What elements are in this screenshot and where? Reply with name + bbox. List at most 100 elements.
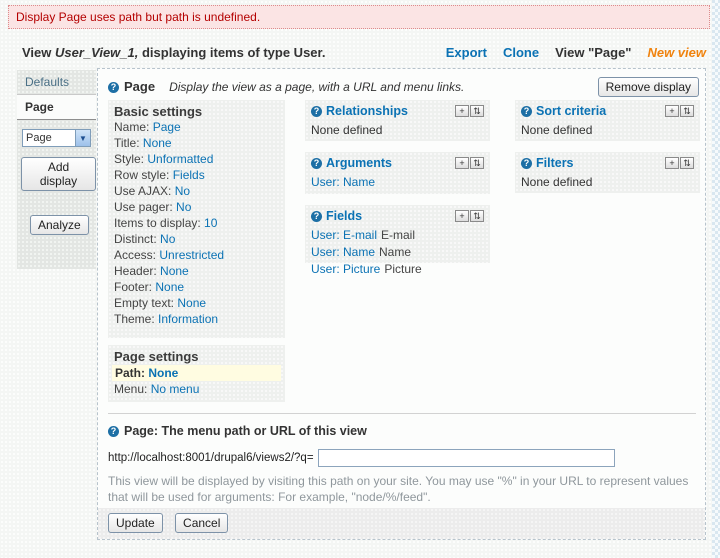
view-title-prefix: View	[22, 44, 56, 60]
setting-value-link[interactable]: No	[160, 232, 175, 246]
argument-item-link[interactable]: User: Name	[311, 175, 375, 189]
setting-value-link[interactable]: No	[176, 200, 191, 214]
setting-row-header: Header: None	[114, 264, 189, 278]
setting-value-link[interactable]: Unrestricted	[159, 248, 224, 262]
field-item-link[interactable]: User: Picture	[311, 262, 380, 276]
field-item: User: E-mail E-mail	[311, 228, 416, 242]
view-page-label: View "Page"	[555, 44, 632, 60]
display-description: Display the view as a page, with a URL a…	[169, 80, 465, 94]
fields-title-link[interactable]: Fields	[326, 209, 362, 223]
path-value-link[interactable]: None	[148, 366, 178, 380]
menu-setting-row: Menu: No menu	[114, 382, 200, 396]
filters-title-link[interactable]: Filters	[536, 156, 574, 170]
field-item-link[interactable]: User: E-mail	[311, 228, 377, 242]
setting-row-use-ajax: Use AJAX: No	[114, 184, 191, 198]
new-view-link[interactable]: New view	[647, 45, 706, 60]
add-icon[interactable]: +	[455, 105, 469, 117]
help-icon[interactable]: ?	[108, 82, 119, 93]
display-tabs-sidebar: Defaults Page Page ▼ Add display Analyze	[17, 70, 96, 269]
sort-criteria-empty-text: None defined	[521, 123, 593, 137]
path-url-row: http://localhost:8001/drupal6/views2/?q=	[108, 449, 615, 467]
display-type-select-value: Page	[26, 132, 52, 144]
cancel-button[interactable]: Cancel	[175, 513, 229, 533]
help-icon[interactable]: ?	[311, 211, 322, 222]
section-divider	[108, 413, 696, 414]
relationships-empty-text: None defined	[311, 123, 383, 137]
update-button[interactable]: Update	[108, 513, 163, 533]
rearrange-icon[interactable]: ⇅	[680, 105, 694, 117]
page-edge-strip	[712, 0, 720, 558]
page-settings-title: Page settings	[114, 349, 199, 364]
display-controls: Page ▼ Add display Analyze	[17, 120, 96, 269]
rearrange-icon[interactable]: ⇅	[470, 210, 484, 222]
export-link[interactable]: Export	[446, 45, 487, 60]
relationships-title-link[interactable]: Relationships	[326, 104, 408, 118]
setting-row-name: Name: Page	[114, 120, 181, 134]
setting-value-link[interactable]: None	[143, 136, 172, 150]
display-header: ? Page Display the view as a page, with a …	[108, 77, 699, 99]
path-form-title: ? Page: The menu path or URL of this view	[108, 424, 367, 438]
setting-value-link[interactable]: Page	[153, 120, 181, 134]
url-prefix-label: http://localhost:8001/drupal6/views2/?q=	[108, 452, 314, 464]
views-admin-page: Display Page uses path but path is undef…	[0, 0, 720, 558]
field-item: User: Picture Picture	[311, 262, 422, 276]
setting-row-empty-text: Empty text: None	[114, 296, 207, 310]
page-settings-box: Page settings Path: None Menu: No menu	[108, 345, 285, 402]
setting-value-link[interactable]: No	[175, 184, 190, 198]
sort-criteria-box: ? Sort criteria + ⇅ None defined	[515, 100, 700, 141]
error-message: Display Page uses path but path is undef…	[8, 5, 710, 29]
field-item-link[interactable]: User: Name	[311, 245, 375, 259]
setting-row-items-to-display: Items to display: 10	[114, 216, 218, 230]
setting-value-link[interactable]: Fields	[173, 168, 205, 182]
arguments-title-link[interactable]: Arguments	[326, 156, 392, 170]
rearrange-icon[interactable]: ⇅	[470, 105, 484, 117]
error-text: Display Page uses path but path is undef…	[16, 10, 261, 24]
clone-link[interactable]: Clone	[503, 45, 539, 60]
setting-row-title: Title: None	[114, 136, 172, 150]
filters-box: ? Filters + ⇅ None defined	[515, 152, 700, 193]
setting-value-link[interactable]: None	[177, 296, 206, 310]
setting-row-theme: Theme: Information	[114, 312, 219, 326]
field-item: User: Name Name	[311, 245, 412, 259]
setting-row-use-pager: Use pager: No	[114, 200, 192, 214]
menu-value-link[interactable]: No menu	[151, 382, 200, 396]
setting-value-link[interactable]: None	[160, 264, 189, 278]
argument-item: User: Name	[311, 174, 484, 191]
basic-settings-title: Basic settings	[114, 104, 203, 119]
help-icon[interactable]: ?	[311, 158, 322, 169]
setting-row-row-style: Row style: Fields	[114, 168, 205, 182]
help-icon[interactable]: ?	[311, 106, 322, 117]
view-title: View User_View_1, displaying items of ty…	[22, 45, 326, 60]
relationships-box: ? Relationships + ⇅ None defined	[305, 100, 490, 141]
display-settings-panel: ? Page Display the view as a page, with a …	[97, 68, 706, 540]
setting-row-distinct: Distinct: No	[114, 232, 176, 246]
basic-settings-box: Basic settings Name: Page Title: None St…	[108, 100, 285, 338]
add-icon[interactable]: +	[665, 157, 679, 169]
remove-display-button[interactable]: Remove display	[597, 77, 699, 97]
tab-defaults[interactable]: Defaults	[17, 70, 96, 95]
setting-row-access: Access: Unrestricted	[114, 248, 225, 262]
display-type-select[interactable]: Page ▼	[22, 129, 91, 147]
sort-criteria-title-link[interactable]: Sort criteria	[536, 104, 606, 118]
tab-page[interactable]: Page	[17, 95, 96, 120]
setting-value-link[interactable]: 10	[204, 216, 217, 230]
help-icon[interactable]: ?	[521, 106, 532, 117]
display-name: Page	[124, 79, 156, 94]
help-icon[interactable]: ?	[521, 158, 532, 169]
rearrange-icon[interactable]: ⇅	[680, 157, 694, 169]
view-action-links: Export Clone View "Page" New view	[446, 45, 706, 60]
setting-value-link[interactable]: Information	[158, 312, 218, 326]
add-icon[interactable]: +	[455, 157, 469, 169]
analyze-button[interactable]: Analyze	[30, 215, 89, 235]
add-display-button[interactable]: Add display	[21, 157, 96, 191]
view-title-suffix: displaying items of type User.	[138, 44, 326, 60]
add-icon[interactable]: +	[665, 105, 679, 117]
rearrange-icon[interactable]: ⇅	[470, 157, 484, 169]
add-icon[interactable]: +	[455, 210, 469, 222]
setting-row-style: Style: Unformatted	[114, 152, 214, 166]
help-icon[interactable]: ?	[108, 426, 119, 437]
path-help-text: This view will be displayed by visiting …	[108, 474, 689, 504]
setting-value-link[interactable]: Unformatted	[147, 152, 213, 166]
setting-value-link[interactable]: None	[155, 280, 184, 294]
path-input[interactable]	[317, 449, 615, 467]
